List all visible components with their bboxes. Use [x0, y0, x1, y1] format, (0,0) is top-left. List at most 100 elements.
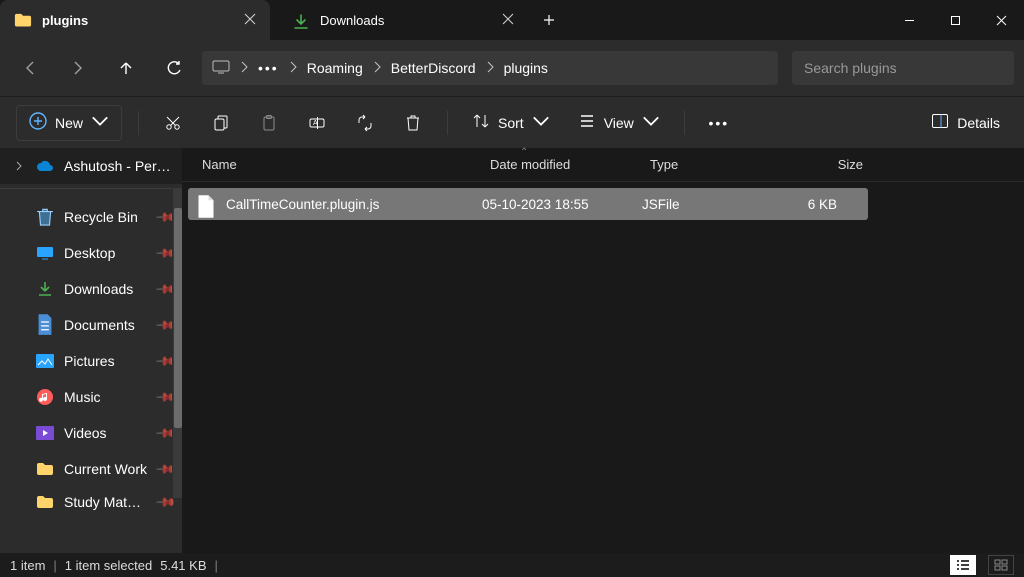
sidebar-item-music[interactable]: Music 📌 [0, 379, 182, 415]
sidebar-label: Pictures [64, 353, 148, 369]
chevron-down-icon [91, 112, 109, 133]
sidebar-item-pictures[interactable]: Pictures 📌 [0, 343, 182, 379]
column-header-date[interactable]: Date modified [484, 157, 644, 172]
close-icon[interactable] [502, 13, 514, 28]
sidebar-item-videos[interactable]: Videos 📌 [0, 415, 182, 451]
tab-label: Downloads [320, 13, 492, 28]
sidebar-label: Recycle Bin [64, 209, 148, 225]
chevron-right-icon[interactable] [289, 60, 297, 76]
status-bar: 1 item | 1 item selected 5.41 KB | [0, 553, 1024, 577]
sidebar-item-recycle-bin[interactable]: Recycle Bin 📌 [0, 199, 182, 235]
folder-icon [14, 13, 32, 27]
cut-button[interactable] [155, 105, 191, 141]
tab-plugins[interactable]: plugins [0, 0, 270, 40]
more-button[interactable]: ••• [701, 105, 737, 141]
cloud-icon [36, 157, 54, 175]
file-name: CallTimeCounter.plugin.js [226, 197, 482, 212]
maximize-button[interactable] [932, 0, 978, 40]
sidebar-label: Videos [64, 425, 148, 441]
download-icon [36, 280, 54, 298]
file-icon [196, 194, 216, 214]
toolbar-divider [447, 111, 448, 135]
status-size: 5.41 KB [160, 558, 206, 573]
chevron-right-icon[interactable] [373, 60, 381, 76]
column-header-name[interactable]: Name [196, 157, 484, 172]
sidebar: Ashutosh - Personal Recycle Bin 📌 Deskto… [0, 148, 182, 553]
breadcrumb-item[interactable]: plugins [504, 60, 548, 76]
view-button[interactable]: View [570, 105, 668, 141]
view-mode-details-button[interactable] [950, 555, 976, 575]
breadcrumb-item[interactable]: BetterDiscord [391, 60, 476, 76]
search-placeholder: Search plugins [804, 60, 897, 76]
documents-icon [36, 316, 54, 334]
delete-button[interactable] [395, 105, 431, 141]
scrollbar-thumb[interactable] [174, 208, 182, 428]
details-pane-icon [931, 112, 949, 133]
minimize-button[interactable] [886, 0, 932, 40]
file-list-area: Name Date modified Type Size ⌃ CallTimeC… [182, 148, 1024, 553]
address-bar[interactable]: ••• Roaming BetterDiscord plugins [202, 51, 778, 85]
pictures-icon [36, 352, 54, 370]
breadcrumb-item[interactable]: Roaming [307, 60, 363, 76]
desktop-icon [36, 244, 54, 262]
sidebar-label: Music [64, 389, 148, 405]
column-header-type[interactable]: Type [644, 157, 779, 172]
toolbar-divider [138, 111, 139, 135]
share-button[interactable] [347, 105, 383, 141]
chevron-right-icon[interactable] [14, 158, 26, 174]
sidebar-item-documents[interactable]: Documents 📌 [0, 307, 182, 343]
this-pc-icon [212, 60, 230, 77]
sidebar-label: Current Work [64, 461, 148, 477]
sort-indicator-icon: ⌃ [520, 147, 528, 158]
music-icon [36, 388, 54, 406]
file-row[interactable]: CallTimeCounter.plugin.js 05-10-2023 18:… [188, 188, 868, 220]
status-separator: | [53, 558, 56, 573]
copy-button[interactable] [203, 105, 239, 141]
sort-button[interactable]: Sort [464, 105, 558, 141]
back-button[interactable] [10, 48, 50, 88]
sidebar-item-desktop[interactable]: Desktop 📌 [0, 235, 182, 271]
tab-downloads[interactable]: Downloads [278, 0, 528, 40]
chevron-down-icon [642, 112, 660, 133]
column-header-size[interactable]: Size [779, 157, 869, 172]
sort-label: Sort [498, 115, 524, 131]
up-button[interactable] [106, 48, 146, 88]
chevron-right-icon[interactable] [486, 60, 494, 76]
sidebar-label: Study Material [64, 494, 148, 510]
new-tab-button[interactable] [532, 14, 566, 26]
sidebar-item-folder[interactable]: Study Material 📌 [0, 487, 182, 517]
close-window-button[interactable] [978, 0, 1024, 40]
chevron-down-icon [532, 112, 550, 133]
sidebar-label: Desktop [64, 245, 148, 261]
sidebar-label: Downloads [64, 281, 148, 297]
close-icon[interactable] [244, 13, 256, 28]
toolbar: New A Sort View ••• Details [0, 96, 1024, 148]
new-button[interactable]: New [16, 105, 122, 141]
view-label: View [604, 115, 634, 131]
status-item-count: 1 item [10, 558, 45, 573]
details-label: Details [957, 115, 1000, 131]
sidebar-item-downloads[interactable]: Downloads 📌 [0, 271, 182, 307]
paste-button[interactable] [251, 105, 287, 141]
overflow-crumb-icon[interactable]: ••• [258, 60, 279, 76]
view-mode-icons-button[interactable] [988, 555, 1014, 575]
refresh-button[interactable] [154, 48, 194, 88]
toolbar-divider [684, 111, 685, 135]
title-bar: plugins Downloads [0, 0, 1024, 40]
new-label: New [55, 115, 83, 131]
details-pane-button[interactable]: Details [923, 105, 1008, 141]
window-controls [886, 0, 1024, 40]
file-size: 6 KB [777, 197, 837, 212]
tab-label: plugins [42, 13, 234, 28]
sidebar-item-onedrive[interactable]: Ashutosh - Personal [0, 148, 182, 184]
sidebar-scrollbar[interactable] [172, 188, 182, 498]
folder-icon [36, 493, 54, 511]
rename-button[interactable]: A [299, 105, 335, 141]
sidebar-item-folder[interactable]: Current Work 📌 [0, 451, 182, 487]
file-date: 05-10-2023 18:55 [482, 197, 642, 212]
download-icon [292, 13, 310, 27]
forward-button[interactable] [58, 48, 98, 88]
chevron-right-icon[interactable] [240, 60, 248, 76]
search-input[interactable]: Search plugins [792, 51, 1014, 85]
sort-icon [472, 112, 490, 133]
